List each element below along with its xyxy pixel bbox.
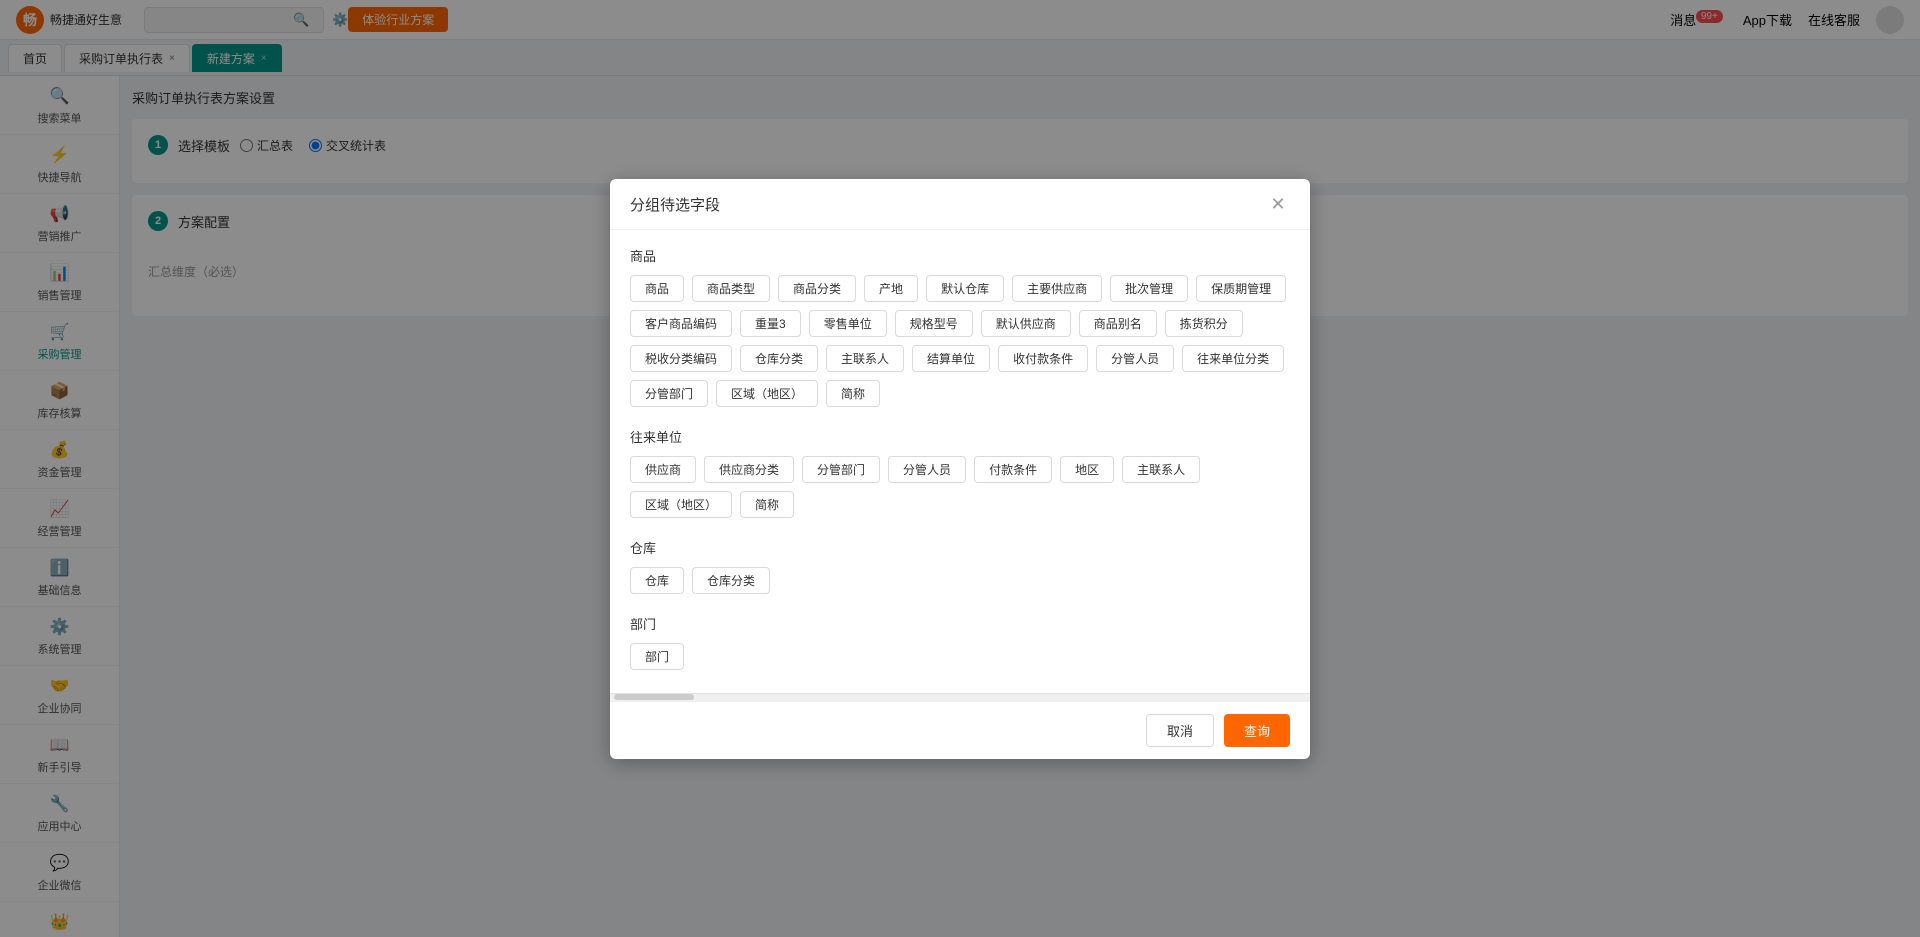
field-tag[interactable]: 部门: [630, 643, 684, 670]
field-tag[interactable]: 收付款条件: [998, 345, 1088, 372]
field-section-部门: 部门部门: [630, 614, 1290, 670]
field-tag[interactable]: 地区: [1060, 456, 1114, 483]
field-tag[interactable]: 拣货积分: [1165, 310, 1243, 337]
dialog-body: 商品商品商品类型商品分类产地默认仓库主要供应商批次管理保质期管理客户商品编码重量…: [610, 230, 1310, 694]
field-tag[interactable]: 供应商: [630, 456, 696, 483]
field-tag[interactable]: 规格型号: [895, 310, 973, 337]
field-section-商品: 商品商品商品类型商品分类产地默认仓库主要供应商批次管理保质期管理客户商品编码重量…: [630, 246, 1290, 407]
field-tags: 部门: [630, 643, 1290, 670]
field-tag[interactable]: 主联系人: [1122, 456, 1200, 483]
field-section-title: 商品: [630, 246, 1290, 265]
field-tag[interactable]: 区域（地区）: [630, 491, 732, 518]
dialog-footer: 取消 查询: [610, 701, 1310, 759]
field-tag[interactable]: 结算单位: [912, 345, 990, 372]
field-tag[interactable]: 商品别名: [1079, 310, 1157, 337]
field-tag[interactable]: 区域（地区）: [716, 380, 818, 407]
field-tags: 供应商供应商分类分管部门分管人员付款条件地区主联系人区域（地区） 简称: [630, 456, 1290, 518]
field-section-title: 往来单位: [630, 427, 1290, 446]
field-tag[interactable]: 默认仓库: [926, 275, 1004, 302]
field-tag[interactable]: 产地: [864, 275, 918, 302]
field-tag[interactable]: 批次管理: [1110, 275, 1188, 302]
field-tag[interactable]: 付款条件: [974, 456, 1052, 483]
cancel-button[interactable]: 取消: [1146, 714, 1214, 747]
dialog-title: 分组待选字段: [630, 194, 720, 215]
field-tag[interactable]: 商品类型: [692, 275, 770, 302]
field-tag[interactable]: 分管人员: [1096, 345, 1174, 372]
field-tag[interactable]: 简称: [826, 380, 880, 407]
dialog-header: 分组待选字段 ✕: [610, 179, 1310, 230]
field-tag[interactable]: 分管人员: [888, 456, 966, 483]
field-tag[interactable]: 客户商品编码: [630, 310, 732, 337]
field-tag[interactable]: 分管部门: [630, 380, 708, 407]
field-tag[interactable]: 分管部门: [802, 456, 880, 483]
field-tag[interactable]: 简称: [740, 491, 794, 518]
field-tag[interactable]: 商品分类: [778, 275, 856, 302]
field-tag[interactable]: 往来单位分类: [1182, 345, 1284, 372]
field-tags: 仓库仓库分类: [630, 567, 1290, 594]
field-section-仓库: 仓库仓库仓库分类: [630, 538, 1290, 594]
dialog-horizontal-scrollbar[interactable]: [610, 693, 1310, 700]
field-tag[interactable]: 主联系人: [826, 345, 904, 372]
field-select-dialog: 分组待选字段 ✕ 商品商品商品类型商品分类产地默认仓库主要供应商批次管理保质期管…: [610, 179, 1310, 759]
field-tag[interactable]: 主要供应商: [1012, 275, 1102, 302]
confirm-button[interactable]: 查询: [1224, 714, 1290, 747]
field-tag[interactable]: 供应商分类: [704, 456, 794, 483]
field-tag[interactable]: 税收分类编码: [630, 345, 732, 372]
field-section-往来单位: 往来单位供应商供应商分类分管部门分管人员付款条件地区主联系人区域（地区） 简称: [630, 427, 1290, 518]
dialog-overlay: 分组待选字段 ✕ 商品商品商品类型商品分类产地默认仓库主要供应商批次管理保质期管…: [0, 0, 1920, 937]
field-tag[interactable]: 零售单位: [809, 310, 887, 337]
field-section-title: 部门: [630, 614, 1290, 633]
field-tags: 商品商品类型商品分类产地默认仓库主要供应商批次管理保质期管理客户商品编码重量3 零…: [630, 275, 1290, 407]
field-tag[interactable]: 商品: [630, 275, 684, 302]
field-tag[interactable]: 重量3: [740, 310, 801, 337]
field-tag[interactable]: 仓库分类: [740, 345, 818, 372]
field-section-title: 仓库: [630, 538, 1290, 557]
field-tag[interactable]: 保质期管理: [1196, 275, 1286, 302]
field-tag[interactable]: 仓库分类: [692, 567, 770, 594]
dialog-close-button[interactable]: ✕: [1266, 193, 1290, 217]
field-tag[interactable]: 默认供应商: [981, 310, 1071, 337]
field-tag[interactable]: 仓库: [630, 567, 684, 594]
